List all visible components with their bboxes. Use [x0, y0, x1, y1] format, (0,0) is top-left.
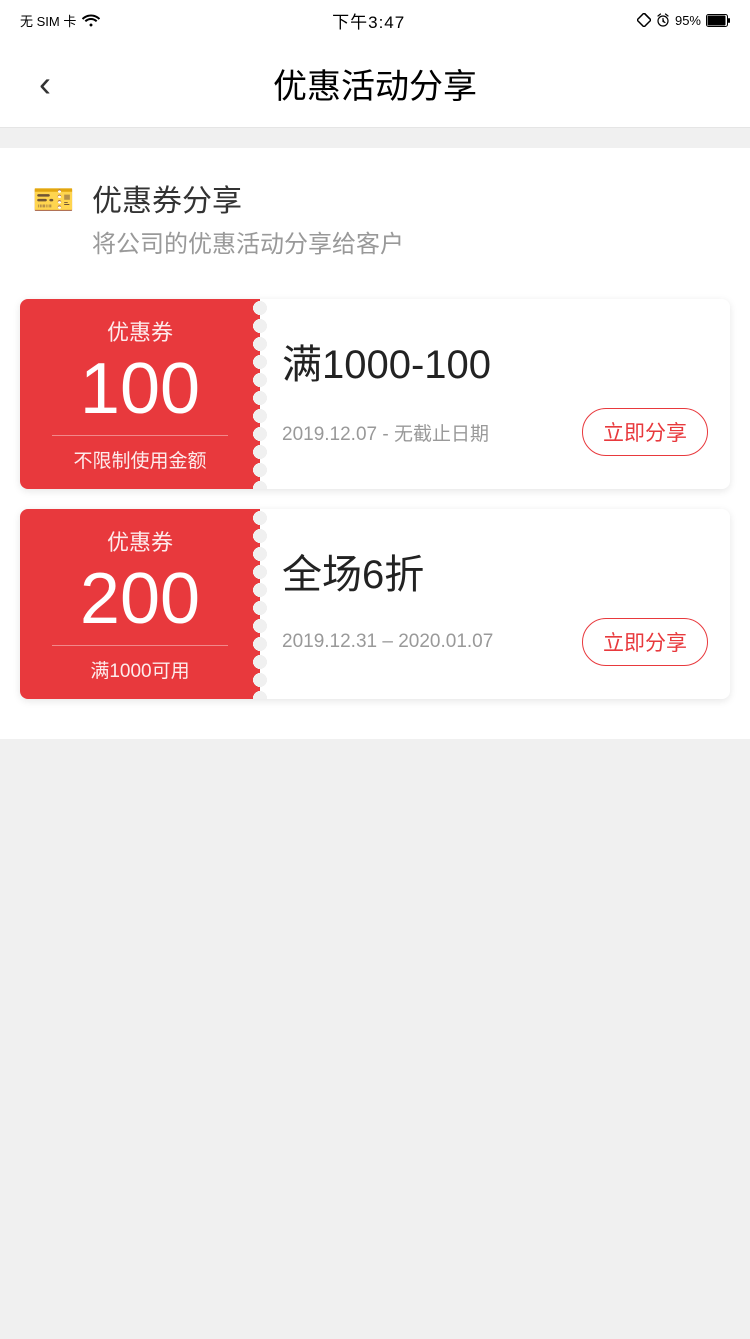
status-bar: 无 SIM 卡 下午3:47 95% [0, 0, 750, 40]
status-left: 无 SIM 卡 [20, 11, 100, 30]
coupon-list: 优惠券 100 不限制使用金额 满1000-100 2019.12.07 - 无… [0, 279, 750, 739]
battery-icon [706, 14, 730, 27]
serrated-edge-1 [251, 299, 269, 489]
battery-percent: 95% [675, 13, 701, 28]
status-time: 下午3:47 [332, 8, 405, 33]
coupon-condition-1: 不限制使用金额 [73, 446, 206, 473]
coupon-body-2: 全场6折 2019.12.31 – 2020.01.07 立即分享 [260, 509, 730, 699]
alarm-icon [656, 13, 670, 27]
coupon-date-row-1: 2019.12.07 - 无截止日期 立即分享 [282, 408, 708, 456]
top-divider [0, 128, 750, 148]
nav-bar: ‹ 优惠活动分享 [0, 40, 750, 128]
no-sim-text: 无 SIM 卡 [20, 11, 76, 30]
empty-area [0, 739, 750, 1339]
coupon-divider-2 [52, 645, 228, 646]
status-right: 95% [637, 13, 730, 28]
share-button-2[interactable]: 立即分享 [582, 618, 708, 666]
serrated-edge-2 [251, 509, 269, 699]
coupon-date-2: 2019.12.31 – 2020.01.07 [282, 631, 493, 653]
coupon-name-2: 全场6折 [282, 542, 708, 600]
coupon-condition-2: 满1000可用 [90, 656, 189, 683]
coupon-card-1: 优惠券 100 不限制使用金额 满1000-100 2019.12.07 - 无… [20, 299, 730, 489]
section-subtitle: 将公司的优惠活动分享给客户 [92, 224, 404, 259]
section-text: 优惠券分享 将公司的优惠活动分享给客户 [92, 176, 404, 259]
location-icon [637, 13, 651, 27]
coupon-divider-1 [52, 435, 228, 436]
section-title: 优惠券分享 [92, 176, 404, 220]
coupon-date-1: 2019.12.07 - 无截止日期 [282, 419, 489, 446]
coupon-label-1: 优惠券 [107, 315, 173, 347]
coupon-amount-2: 200 [80, 563, 200, 635]
share-button-1[interactable]: 立即分享 [582, 408, 708, 456]
coupon-date-row-2: 2019.12.31 – 2020.01.07 立即分享 [282, 618, 708, 666]
coupon-card-2: 优惠券 200 满1000可用 全场6折 2019.12.31 – 2020.0… [20, 509, 730, 699]
coupon-amount-1: 100 [80, 353, 200, 425]
coupon-name-1: 满1000-100 [282, 332, 708, 390]
coupon-icon: 🎫 [30, 176, 78, 224]
coupon-label-2: 优惠券 [107, 525, 173, 557]
page-title: 优惠活动分享 [273, 59, 477, 108]
back-button[interactable]: ‹ [20, 59, 70, 109]
coupon-body-1: 满1000-100 2019.12.07 - 无截止日期 立即分享 [260, 299, 730, 489]
coupon-stub-2: 优惠券 200 满1000可用 [20, 509, 260, 699]
coupon-stub-1: 优惠券 100 不限制使用金额 [20, 299, 260, 489]
wifi-icon [82, 13, 100, 27]
section-header: 🎫 优惠券分享 将公司的优惠活动分享给客户 [0, 148, 750, 279]
